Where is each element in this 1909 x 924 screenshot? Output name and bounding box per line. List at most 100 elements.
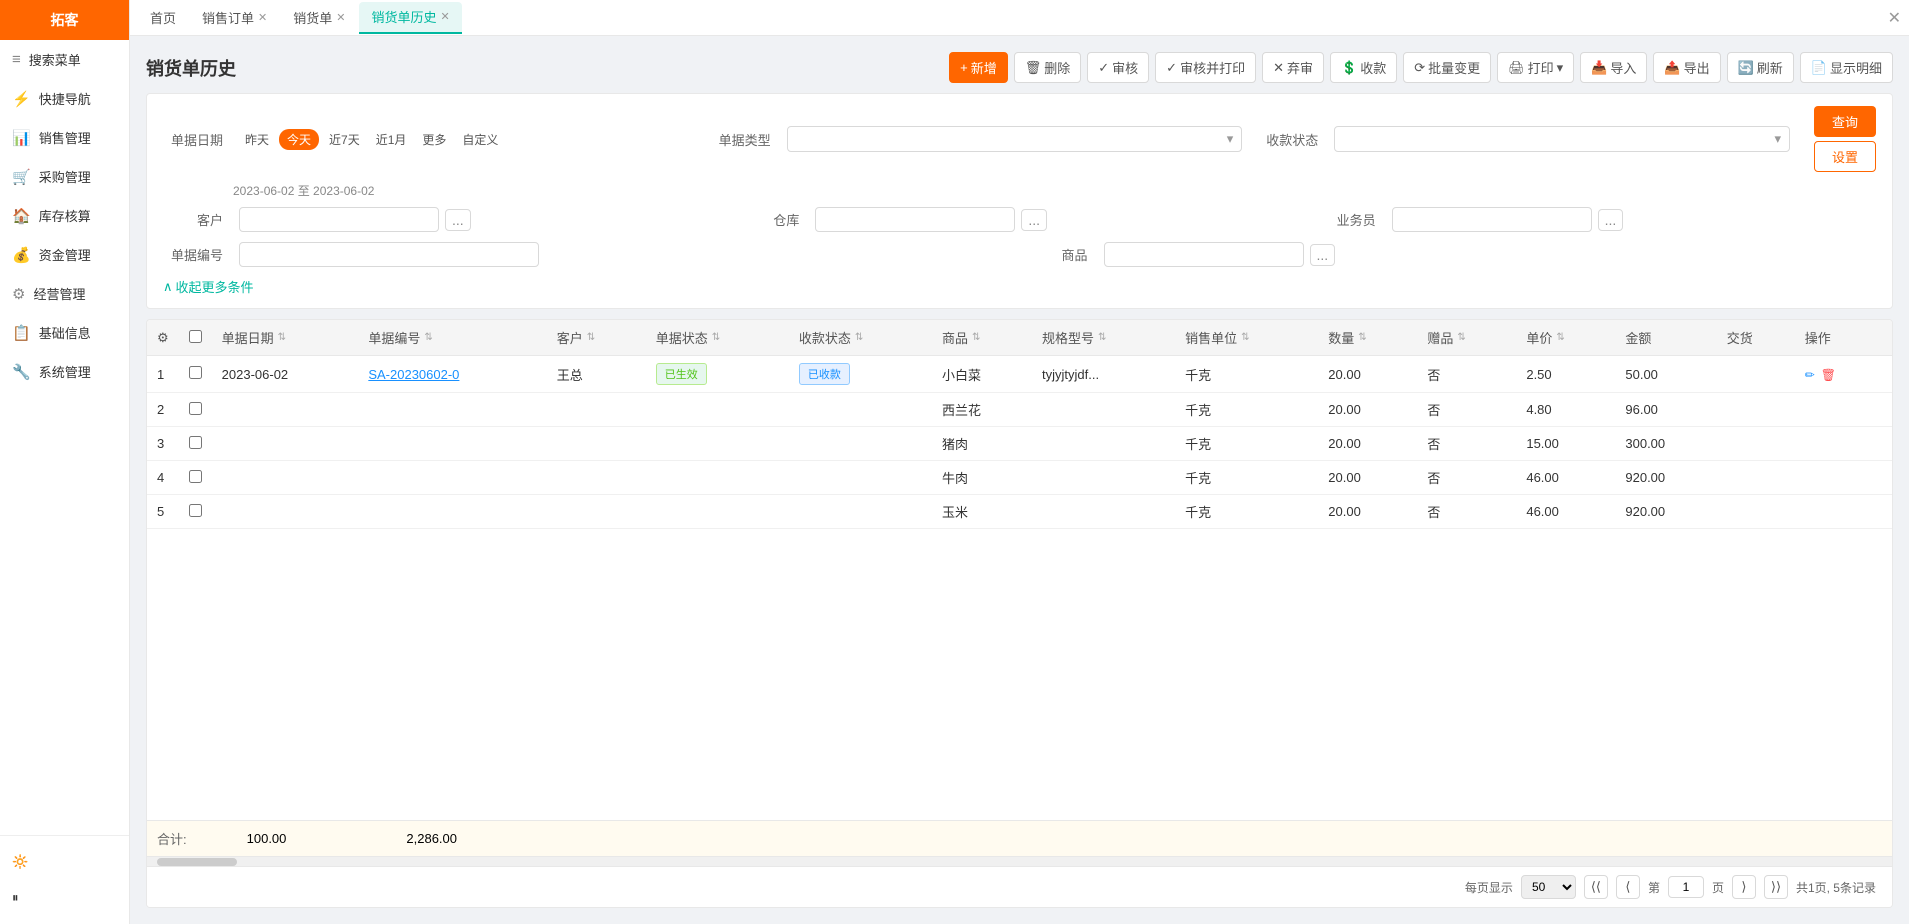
date-tab-1month[interactable]: 近1月 [370,129,413,150]
sidebar-item-sales-mgmt[interactable]: 📊 销售管理 [0,118,129,157]
last-page-btn[interactable]: ⟩⟩ [1764,875,1788,899]
delete-action-btn[interactable]: 🗑 [1821,368,1836,382]
collect-button[interactable]: 💲 收款 [1330,52,1397,83]
row-checkbox[interactable] [189,470,202,483]
th-doc-no[interactable]: 单据编号⇅ [358,320,546,356]
td-action[interactable] [1795,495,1892,529]
th-qty[interactable]: 数量⇅ [1318,320,1417,356]
customer-ellipsis[interactable]: ... [445,209,471,231]
sidebar-bottom-btn1[interactable]: 🔆 [0,844,129,880]
td-doc-no[interactable] [358,495,546,529]
delete-button[interactable]: 🗑 删除 [1014,52,1082,83]
export-button[interactable]: 📤 导出 [1653,52,1720,83]
sidebar-item-quick-nav[interactable]: ⚡ 快捷导航 [0,79,129,118]
tab-sales-history[interactable]: 销货单历史 ✕ [359,2,461,34]
sidebar-item-inventory[interactable]: 🏠 库存核算 [0,196,129,235]
td-checkbox[interactable] [179,356,212,393]
date-tab-custom[interactable]: 自定义 [456,129,504,150]
doc-type-select[interactable]: ▾ [787,126,1243,152]
page-input[interactable] [1668,876,1704,898]
td-doc-no[interactable]: SA-20230602-0 [358,356,546,393]
refresh-icon: 🔄 [1738,60,1754,76]
next-page-btn[interactable]: ⟩ [1732,875,1756,899]
th-price[interactable]: 单价⇅ [1516,320,1615,356]
sidebar-item-basic-info[interactable]: 📋 基础信息 [0,313,129,352]
close-all-tabs[interactable]: ✕ [1888,8,1901,28]
th-doc-status[interactable]: 单据状态⇅ [646,320,789,356]
collect-status-select[interactable]: ▾ [1334,126,1790,152]
th-unit[interactable]: 销售单位⇅ [1175,320,1318,356]
staff-input[interactable] [1392,207,1592,232]
tab-home[interactable]: 首页 [138,2,188,34]
abandon-button[interactable]: ✕ 弃审 [1262,52,1324,83]
goods-input[interactable] [1104,242,1304,267]
sidebar-item-operation-mgmt[interactable]: ⚙ 经营管理 [0,274,129,313]
th-gift[interactable]: 赠品⇅ [1417,320,1516,356]
doc-no-link[interactable]: SA-20230602-0 [368,367,459,382]
sidebar-item-system-mgmt[interactable]: 🔧 系统管理 [0,352,129,391]
th-collect-status[interactable]: 收款状态⇅ [789,320,932,356]
goods-ellipsis[interactable]: ... [1310,244,1336,266]
close-sales-delivery-tab[interactable]: ✕ [336,11,345,24]
td-gift: 否 [1417,427,1516,461]
sidebar-bottom-btn2[interactable]: ⏸ [0,880,129,916]
close-sales-order-tab[interactable]: ✕ [258,11,267,24]
print-button[interactable]: 🖨 打印 ▾ [1497,52,1574,83]
select-all-checkbox[interactable] [189,330,202,343]
settings-button[interactable]: 设置 [1814,141,1876,172]
show-detail-button[interactable]: 📄 显示明细 [1800,52,1893,83]
doc-no-input[interactable] [239,242,539,267]
batch-change-button[interactable]: ⟳ 批量变更 [1403,52,1491,83]
first-page-btn[interactable]: ⟨⟨ [1584,875,1608,899]
date-tab-7days[interactable]: 近7天 [323,129,366,150]
sidebar-item-finance-mgmt[interactable]: 💰 资金管理 [0,235,129,274]
page-size-select[interactable]: 50 100 200 [1521,875,1576,899]
td-action[interactable] [1795,393,1892,427]
td-checkbox[interactable] [179,427,212,461]
row-checkbox[interactable] [189,504,202,517]
query-button[interactable]: 查询 [1814,106,1876,137]
main-area: 首页 销售订单 ✕ 销货单 ✕ 销货单历史 ✕ ✕ 销货单历史 + 新增 [130,0,1909,924]
td-doc-no[interactable] [358,461,546,495]
import-button[interactable]: 📥 导入 [1580,52,1647,83]
row-checkbox[interactable] [189,402,202,415]
th-goods[interactable]: 商品⇅ [932,320,1032,356]
row-checkbox[interactable] [189,366,202,379]
prev-page-btn[interactable]: ⟨ [1616,875,1640,899]
sidebar-item-search-menu[interactable]: ≡ 搜索菜单 [0,40,129,79]
date-tab-today[interactable]: 今天 [279,129,319,150]
row-checkbox[interactable] [189,436,202,449]
td-action[interactable] [1795,461,1892,495]
td-doc-no[interactable] [358,427,546,461]
customer-input[interactable] [239,207,439,232]
horizontal-scrollbar[interactable] [147,856,1892,866]
new-button[interactable]: + 新增 [949,52,1008,83]
staff-ellipsis[interactable]: ... [1598,209,1624,231]
td-checkbox[interactable] [179,495,212,529]
th-gear[interactable]: ⚙ [147,320,179,356]
date-tab-more[interactable]: 更多 [416,129,452,150]
td-checkbox[interactable] [179,393,212,427]
td-price: 4.80 [1516,393,1615,427]
refresh-button[interactable]: 🔄 刷新 [1727,52,1794,83]
td-checkbox[interactable] [179,461,212,495]
audit-button[interactable]: ✓ 审核 [1087,52,1149,83]
close-sales-history-tab[interactable]: ✕ [441,10,450,23]
edit-action-btn[interactable]: ✏ [1805,368,1815,382]
table-scroll[interactable]: ⚙ 单据日期⇅ 单据编号⇅ 客户⇅ 单据状态⇅ 收款状态⇅ 商品⇅ 规格型号⇅ … [147,320,1892,820]
td-doc-no[interactable] [358,393,546,427]
th-spec[interactable]: 规格型号⇅ [1032,320,1175,356]
tab-sales-order[interactable]: 销售订单 ✕ [190,2,279,34]
date-tab-yesterday[interactable]: 昨天 [239,129,275,150]
th-customer[interactable]: 客户⇅ [547,320,646,356]
audit-print-button[interactable]: ✓ 审核并打印 [1155,52,1256,83]
td-action[interactable] [1795,427,1892,461]
td-transaction [1717,356,1795,393]
collapse-button[interactable]: ∧ 收起更多条件 [163,277,1876,296]
th-date[interactable]: 单据日期⇅ [212,320,359,356]
tab-sales-delivery[interactable]: 销货单 ✕ [281,2,357,34]
warehouse-ellipsis[interactable]: ... [1021,209,1047,231]
td-action[interactable]: ✏🗑 [1795,356,1892,393]
sidebar-item-purchase-mgmt[interactable]: 🛒 采购管理 [0,157,129,196]
warehouse-input[interactable] [815,207,1015,232]
